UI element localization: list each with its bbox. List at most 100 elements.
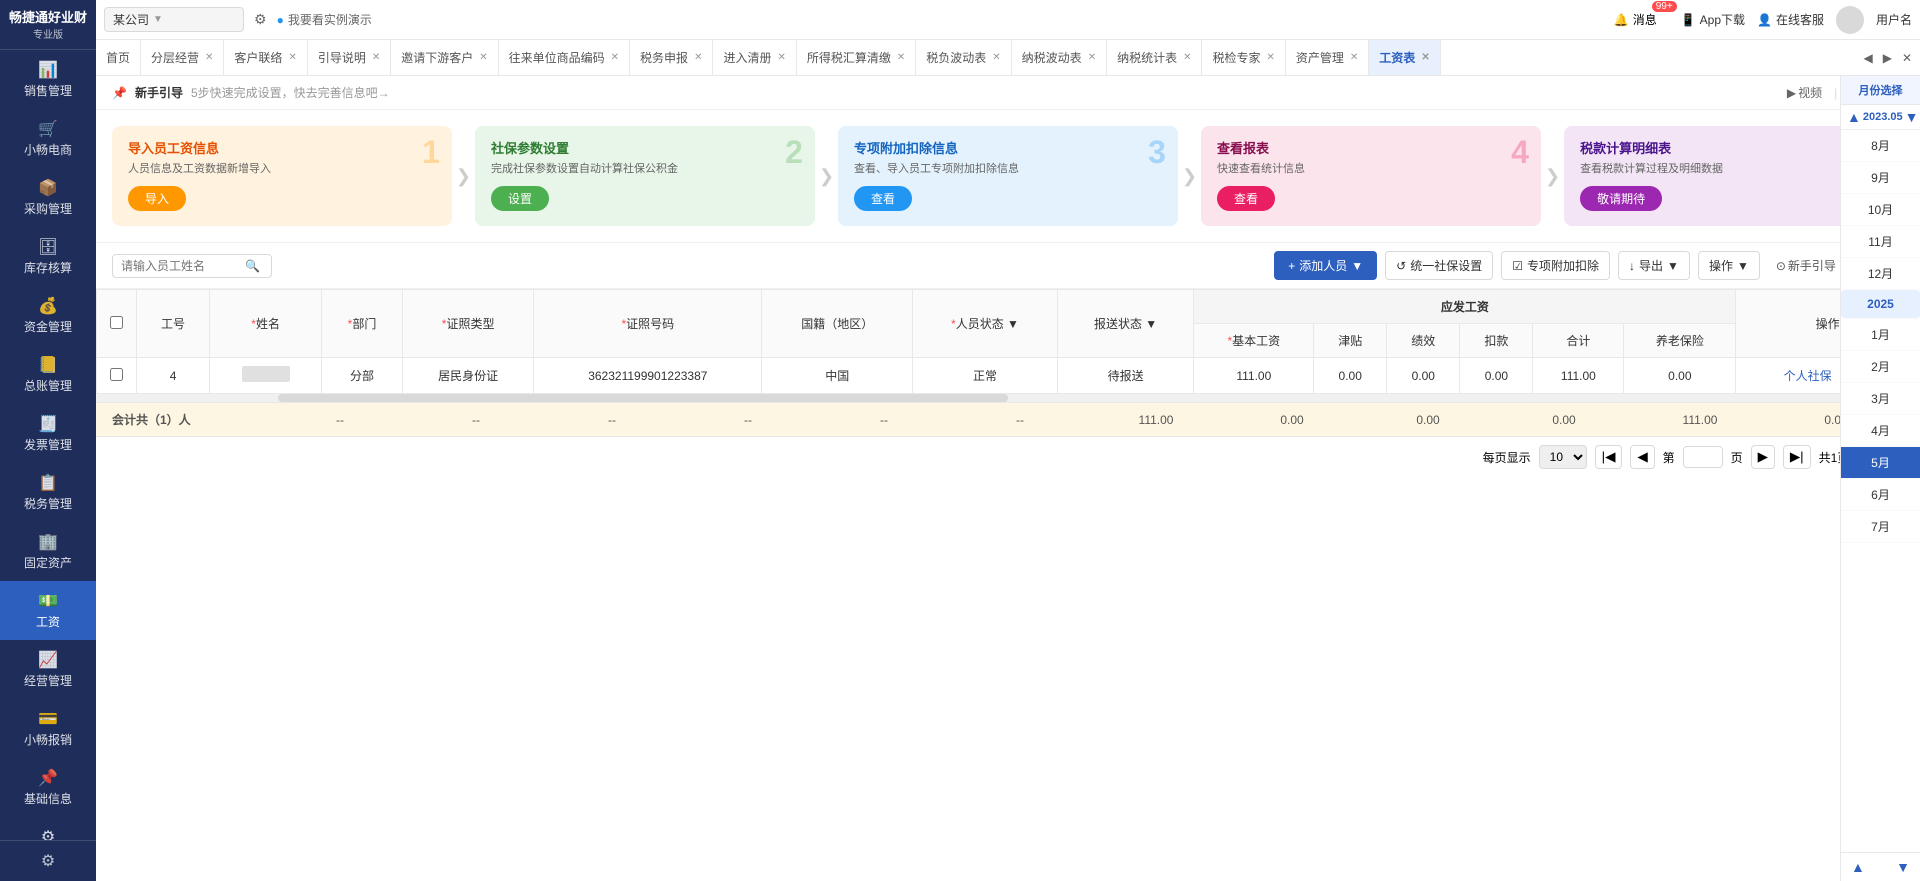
per-page-select[interactable]: 10 20 50 <box>1539 445 1587 469</box>
tab-prev-icon[interactable]: ◀ <box>1859 49 1876 67</box>
new-guide-button[interactable]: ⊙ 新手引导 <box>1768 252 1844 279</box>
prev-page-button[interactable]: ◀ <box>1630 445 1654 469</box>
personal-insurance-link[interactable]: 个人社保 <box>1784 369 1832 383</box>
filter2-icon[interactable]: ▼ <box>1145 317 1157 331</box>
tab-close-icon[interactable]: ✕ <box>992 52 1000 63</box>
tab-guide-intro[interactable]: 引导说明 ✕ <box>308 40 391 76</box>
tab-tax-report[interactable]: 税务申报 ✕ <box>630 40 713 76</box>
tab-close-icon[interactable]: ✕ <box>479 52 487 63</box>
search-icon[interactable]: 🔍 <box>245 259 260 273</box>
tab-income-tax[interactable]: 所得税汇算清缴 ✕ <box>797 40 916 76</box>
month-item-12[interactable]: 12月 <box>1841 258 1920 290</box>
sidebar-item-tax[interactable]: 📋 税务管理 <box>0 463 96 522</box>
tab-close-icon[interactable]: ✕ <box>1421 52 1429 63</box>
tab-tax-expert[interactable]: 税检专家 ✕ <box>1202 40 1285 76</box>
month-item-1[interactable]: 1月 <box>1841 319 1920 351</box>
sidebar-item-salary[interactable]: 💵 工资 <box>0 581 96 640</box>
tab-close-icon[interactable]: ✕ <box>205 52 213 63</box>
step-4-btn[interactable]: 查看 <box>1217 186 1275 211</box>
tab-close-icon[interactable]: ✕ <box>288 52 296 63</box>
month-item-3[interactable]: 3月 <box>1841 383 1920 415</box>
month-item-2[interactable]: 2月 <box>1841 351 1920 383</box>
step-3-btn[interactable]: 查看 <box>854 186 912 211</box>
month-item-7[interactable]: 7月 <box>1841 511 1920 543</box>
month-item-10[interactable]: 10月 <box>1841 194 1920 226</box>
sidebar-item-system[interactable]: ⚙ 系统管理 <box>0 817 96 840</box>
sidebar-item-assets[interactable]: 🏢 固定资产 <box>0 522 96 581</box>
topbar-settings-icon[interactable]: ⚙ <box>250 7 271 32</box>
special-deduction-button[interactable]: ☑ 专项附加扣除 <box>1501 251 1610 280</box>
tab-close-all-icon[interactable]: ✕ <box>1898 49 1916 67</box>
search-box[interactable]: 🔍 <box>112 254 272 278</box>
horizontal-scrollbar[interactable] <box>96 394 1920 402</box>
tab-salary-table[interactable]: 工资表 ✕ <box>1369 40 1440 76</box>
tab-tax-burden[interactable]: 税负波动表 ✕ <box>916 40 1011 76</box>
sidebar-item-inventory[interactable]: 🗄 库存核算 <box>0 227 96 286</box>
month-panel-prev-icon[interactable]: ▲ <box>1845 857 1871 877</box>
social-insurance-button[interactable]: ↺ 统一社保设置 <box>1385 251 1493 280</box>
step-1-btn[interactable]: 导入 <box>128 186 186 211</box>
step-5-btn[interactable]: 敬请期待 <box>1580 186 1662 211</box>
scrollbar-thumb[interactable] <box>278 394 1008 402</box>
month-item-year-2025[interactable]: 2025 <box>1841 290 1920 319</box>
step-2-btn[interactable]: 设置 <box>491 186 549 211</box>
operations-button[interactable]: 操作 ▼ <box>1698 251 1760 280</box>
search-input[interactable] <box>121 259 241 273</box>
month-up-icon[interactable]: ▲ <box>1845 107 1863 127</box>
sidebar-item-purchase[interactable]: 📦 采购管理 <box>0 168 96 227</box>
month-item-5[interactable]: 5月 <box>1841 447 1920 479</box>
message-button[interactable]: 🔔 消息 99+ <box>1610 7 1669 32</box>
month-down-icon[interactable]: ▼ <box>1903 107 1920 127</box>
add-person-button[interactable]: + 添加人员 ▼ <box>1274 251 1377 280</box>
settings-icon[interactable]: ⚙ <box>41 851 55 871</box>
tab-close-icon[interactable]: ✕ <box>897 52 905 63</box>
tab-invite[interactable]: 邀请下游客户 ✕ <box>391 40 498 76</box>
tab-close-icon[interactable]: ✕ <box>1267 52 1275 63</box>
tab-close-icon[interactable]: ✕ <box>1183 52 1191 63</box>
next-page-button[interactable]: ▶ <box>1751 445 1775 469</box>
filter-icon[interactable]: ▼ <box>1007 317 1019 331</box>
online-service-button[interactable]: 👤 在线客服 <box>1757 11 1824 28</box>
tab-close-icon[interactable]: ✕ <box>777 52 785 63</box>
tab-home[interactable]: 首页 <box>96 40 141 76</box>
sidebar-item-operations[interactable]: 📈 经营管理 <box>0 640 96 699</box>
tab-clearance[interactable]: 进入清册 ✕ <box>713 40 796 76</box>
month-item-9[interactable]: 9月 <box>1841 162 1920 194</box>
month-item-11[interactable]: 11月 <box>1841 226 1920 258</box>
first-page-button[interactable]: |◀ <box>1595 445 1623 469</box>
tab-close-icon[interactable]: ✕ <box>611 52 619 63</box>
page-input[interactable]: 1 <box>1683 446 1723 468</box>
sidebar-item-ecommerce[interactable]: 🛒 小畅电商 <box>0 109 96 168</box>
tab-goods-code[interactable]: 往来单位商品编码 ✕ <box>499 40 630 76</box>
sidebar-item-sales[interactable]: 📊 销售管理 <box>0 50 96 109</box>
month-item-4[interactable]: 4月 <box>1841 415 1920 447</box>
tab-tax-stat[interactable]: 纳税统计表 ✕ <box>1107 40 1202 76</box>
sidebar-item-funds[interactable]: 💰 资金管理 <box>0 286 96 345</box>
sidebar-item-basic[interactable]: 📌 基础信息 <box>0 758 96 817</box>
company-selector[interactable]: 某公司 ▼ <box>104 7 244 32</box>
month-panel-next-icon[interactable]: ▼ <box>1890 857 1916 877</box>
row-checkbox[interactable] <box>110 368 123 381</box>
sidebar-item-expense[interactable]: 💳 小畅报销 <box>0 699 96 758</box>
sidebar-item-invoice[interactable]: 🧾 发票管理 <box>0 404 96 463</box>
tab-asset-mgmt[interactable]: 资产管理 ✕ <box>1286 40 1369 76</box>
user-avatar[interactable] <box>1836 6 1864 34</box>
app-download-button[interactable]: 📱 App下载 <box>1681 11 1745 28</box>
tab-customer[interactable]: 客户联络 ✕ <box>224 40 307 76</box>
tab-close-icon[interactable]: ✕ <box>1088 52 1096 63</box>
month-item-8[interactable]: 8月 <box>1841 130 1920 162</box>
month-item-6[interactable]: 6月 <box>1841 479 1920 511</box>
tab-close-icon[interactable]: ✕ <box>372 52 380 63</box>
export-button[interactable]: ↓ 导出 ▼ <box>1618 251 1690 280</box>
tab-close-icon[interactable]: ✕ <box>694 52 702 63</box>
select-all-checkbox[interactable] <box>110 316 123 329</box>
username-label[interactable]: 用户名 <box>1876 11 1912 28</box>
guide-video-link[interactable]: ▶ 视频 <box>1787 84 1822 101</box>
tab-next-icon[interactable]: ▶ <box>1879 49 1896 67</box>
demo-link[interactable]: ● 我要看实例演示 <box>277 11 372 28</box>
last-page-button[interactable]: ▶| <box>1783 445 1811 469</box>
sidebar-item-ledger[interactable]: 📒 总账管理 <box>0 345 96 404</box>
tab-tax-wave[interactable]: 纳税波动表 ✕ <box>1012 40 1107 76</box>
tab-layered[interactable]: 分层经营 ✕ <box>141 40 224 76</box>
tab-close-icon[interactable]: ✕ <box>1350 52 1358 63</box>
